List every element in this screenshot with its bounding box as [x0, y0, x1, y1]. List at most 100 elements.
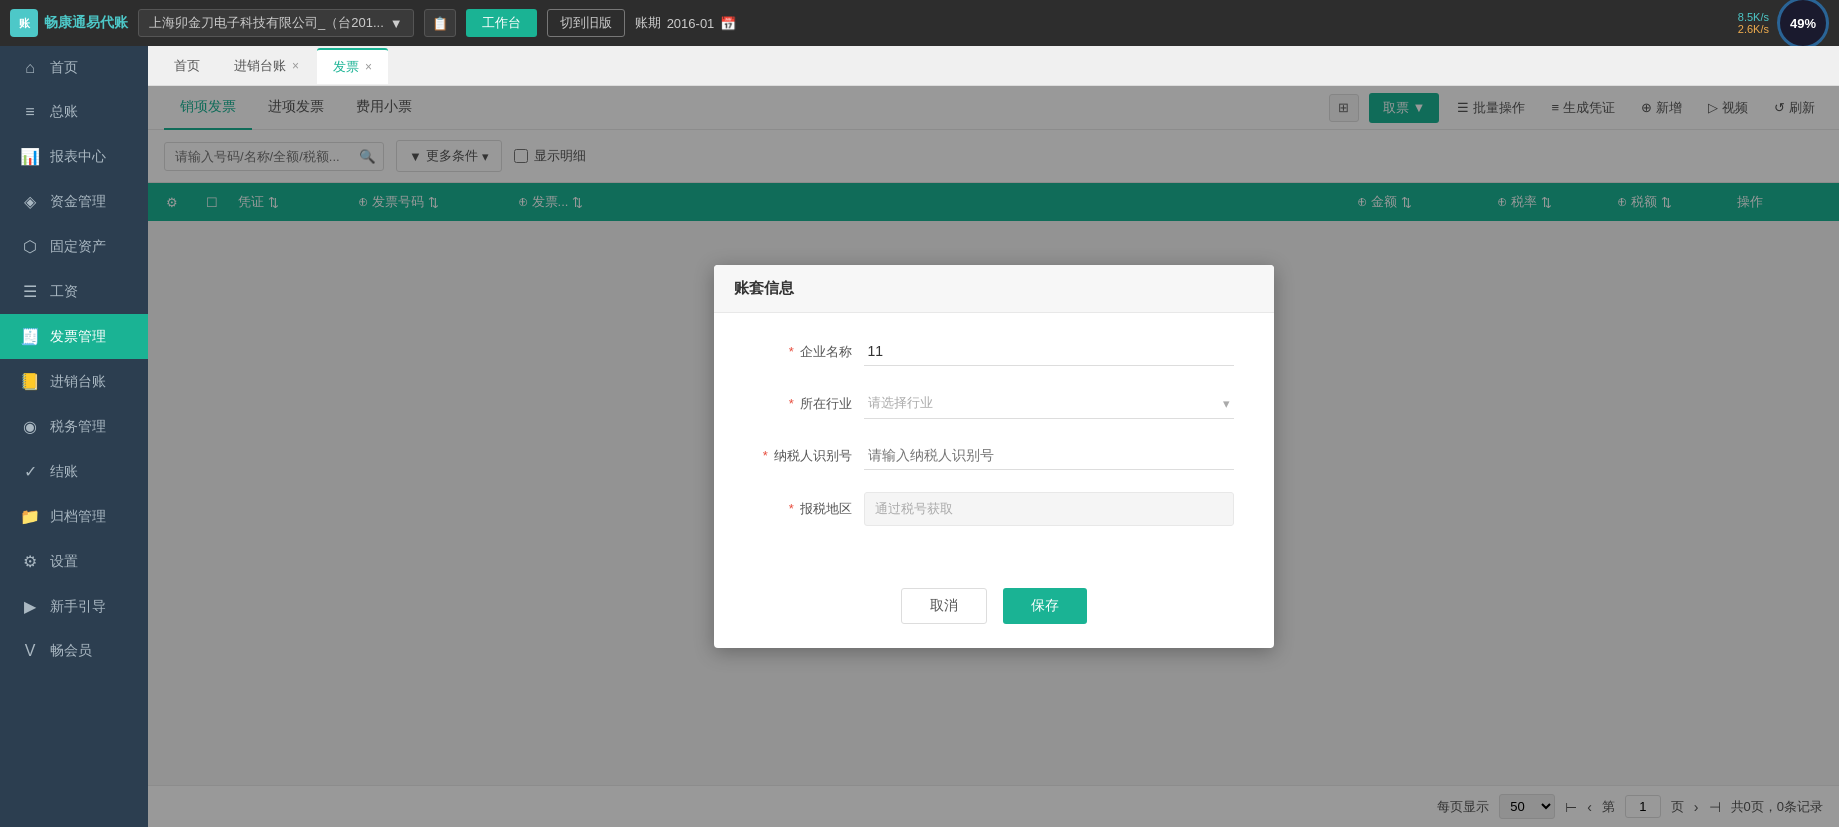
- funds-icon: ◈: [20, 192, 40, 211]
- app-name: 畅康通易代账: [44, 14, 128, 32]
- tab-invoice-label: 发票: [333, 58, 359, 76]
- required-mark4: *: [789, 501, 794, 516]
- sidebar-item-label: 发票管理: [50, 328, 106, 346]
- company-name-input[interactable]: [864, 337, 1234, 366]
- sidebar-item-reports[interactable]: 📊 报表中心: [0, 134, 148, 179]
- required-mark: *: [789, 344, 794, 359]
- cancel-button[interactable]: 取消: [901, 588, 987, 624]
- salary-icon: ☰: [20, 282, 40, 301]
- industry-row: * 所在行业 请选择行业 ▾: [754, 388, 1234, 419]
- sidebar-item-label: 设置: [50, 553, 78, 571]
- dialog-body: * 企业名称 * 所在行业 请选择行业 ▾: [714, 313, 1274, 572]
- tab-purchase-sale-close[interactable]: ×: [292, 59, 299, 73]
- chevron-down-icon: ▾: [1223, 396, 1230, 411]
- sidebar-item-label: 资金管理: [50, 193, 106, 211]
- sidebar-item-label: 税务管理: [50, 418, 106, 436]
- speed-values: 8.5K/s 2.6K/s: [1738, 11, 1769, 35]
- tax-icon: ◉: [20, 417, 40, 436]
- content-area: 销项发票 进项发票 费用小票 ⊞ 取票 ▼ ☰ 批量: [148, 86, 1839, 827]
- tax-region-field: 通过税号获取: [864, 492, 1234, 526]
- save-button[interactable]: 保存: [1003, 588, 1087, 624]
- sidebar-item-invoice[interactable]: 🧾 发票管理: [0, 314, 148, 359]
- tax-region-label: * 报税地区: [754, 500, 864, 518]
- sidebar-item-ledger[interactable]: ≡ 总账: [0, 90, 148, 134]
- workbench-button[interactable]: 工作台: [466, 9, 537, 37]
- app-logo: 账 畅康通易代账: [10, 9, 128, 37]
- speed-percentage: 49%: [1790, 16, 1816, 31]
- tab-purchase-sale-label: 进销台账: [234, 57, 286, 75]
- account-info-dialog: 账套信息 * 企业名称 * 所在行业: [714, 265, 1274, 648]
- sidebar-item-settings[interactable]: ⚙ 设置: [0, 539, 148, 584]
- reports-icon: 📊: [20, 147, 40, 166]
- sidebar-item-label: 总账: [50, 103, 78, 121]
- settings-icon: ⚙: [20, 552, 40, 571]
- purchase-sale-icon: 📒: [20, 372, 40, 391]
- download-speed: 2.6K/s: [1738, 23, 1769, 35]
- sidebar-item-label: 工资: [50, 283, 78, 301]
- calendar-icon[interactable]: 📅: [720, 16, 736, 31]
- checkout-icon: ✓: [20, 462, 40, 481]
- tab-home[interactable]: 首页: [158, 49, 216, 83]
- topbar-right: 8.5K/s 2.6K/s 49%: [1738, 0, 1829, 49]
- tab-invoice-close[interactable]: ×: [365, 60, 372, 74]
- upload-speed: 8.5K/s: [1738, 11, 1769, 23]
- tax-id-label: * 纳税人识别号: [754, 447, 864, 465]
- main-content: 首页 进销台账 × 发票 × 销项发票 进项发票 费用小票: [148, 46, 1839, 827]
- company-name: 上海卯金刀电子科技有限公司_（台201...: [149, 14, 384, 32]
- home-icon: ⌂: [20, 59, 40, 77]
- copy-icon-btn[interactable]: 📋: [424, 9, 456, 37]
- sidebar-item-label: 首页: [50, 59, 78, 77]
- sidebar-item-funds[interactable]: ◈ 资金管理: [0, 179, 148, 224]
- tax-region-row: * 报税地区 通过税号获取: [754, 492, 1234, 526]
- sidebar-item-label: 畅会员: [50, 642, 92, 660]
- tab-bar: 首页 进销台账 × 发票 ×: [148, 46, 1839, 86]
- sidebar-item-archive[interactable]: 📁 归档管理: [0, 494, 148, 539]
- sidebar-item-label: 结账: [50, 463, 78, 481]
- logo-icon: 账: [10, 9, 38, 37]
- sidebar-item-label: 归档管理: [50, 508, 106, 526]
- company-selector[interactable]: 上海卯金刀电子科技有限公司_（台201... ▼: [138, 9, 414, 37]
- tab-purchase-sale[interactable]: 进销台账 ×: [218, 49, 315, 83]
- sidebar-item-checkout[interactable]: ✓ 结账: [0, 449, 148, 494]
- topbar: 账 畅康通易代账 上海卯金刀电子科技有限公司_（台201... ▼ 📋 工作台 …: [0, 0, 1839, 46]
- old-version-button[interactable]: 切到旧版: [547, 9, 625, 37]
- guide-icon: ▶: [20, 597, 40, 616]
- sidebar-item-assets[interactable]: ⬡ 固定资产: [0, 224, 148, 269]
- sidebar-item-label: 进销台账: [50, 373, 106, 391]
- industry-placeholder: 请选择行业: [868, 394, 933, 412]
- sidebar-item-home[interactable]: ⌂ 首页: [0, 46, 148, 90]
- assets-icon: ⬡: [20, 237, 40, 256]
- chevron-down-icon: ▼: [390, 16, 403, 31]
- invoice-icon: 🧾: [20, 327, 40, 346]
- period-info: 账期 2016-01 📅: [635, 14, 737, 32]
- sidebar-item-label: 报表中心: [50, 148, 106, 166]
- industry-label: * 所在行业: [754, 395, 864, 413]
- required-mark3: *: [763, 448, 768, 463]
- sidebar-item-salary[interactable]: ☰ 工资: [0, 269, 148, 314]
- tab-home-label: 首页: [174, 57, 200, 75]
- company-name-label: * 企业名称: [754, 343, 864, 361]
- member-icon: V: [20, 642, 40, 660]
- sidebar-item-label: 固定资产: [50, 238, 106, 256]
- tax-region-placeholder: 通过税号获取: [875, 501, 953, 516]
- required-mark2: *: [789, 396, 794, 411]
- copy-icon: 📋: [432, 16, 448, 31]
- dialog-title: 账套信息: [714, 265, 1274, 313]
- period-label: 账期: [635, 14, 661, 32]
- sidebar-item-tax[interactable]: ◉ 税务管理: [0, 404, 148, 449]
- tax-id-row: * 纳税人识别号: [754, 441, 1234, 470]
- sidebar-item-guide[interactable]: ▶ 新手引导: [0, 584, 148, 629]
- sidebar-item-member[interactable]: V 畅会员: [0, 629, 148, 673]
- period-value: 2016-01: [667, 16, 715, 31]
- ledger-icon: ≡: [20, 103, 40, 121]
- industry-select[interactable]: 请选择行业 ▾: [864, 388, 1234, 419]
- sidebar-item-purchase-sale[interactable]: 📒 进销台账: [0, 359, 148, 404]
- modal-overlay: 账套信息 * 企业名称 * 所在行业: [148, 86, 1839, 827]
- company-name-row: * 企业名称: [754, 337, 1234, 366]
- speed-indicator: 49%: [1777, 0, 1829, 49]
- tax-id-input[interactable]: [864, 441, 1234, 470]
- sidebar: ⌂ 首页 ≡ 总账 📊 报表中心 ◈ 资金管理 ⬡ 固定资产 ☰ 工资 🧾 发票…: [0, 46, 148, 827]
- archive-icon: 📁: [20, 507, 40, 526]
- tab-invoice[interactable]: 发票 ×: [317, 48, 388, 84]
- sidebar-item-label: 新手引导: [50, 598, 106, 616]
